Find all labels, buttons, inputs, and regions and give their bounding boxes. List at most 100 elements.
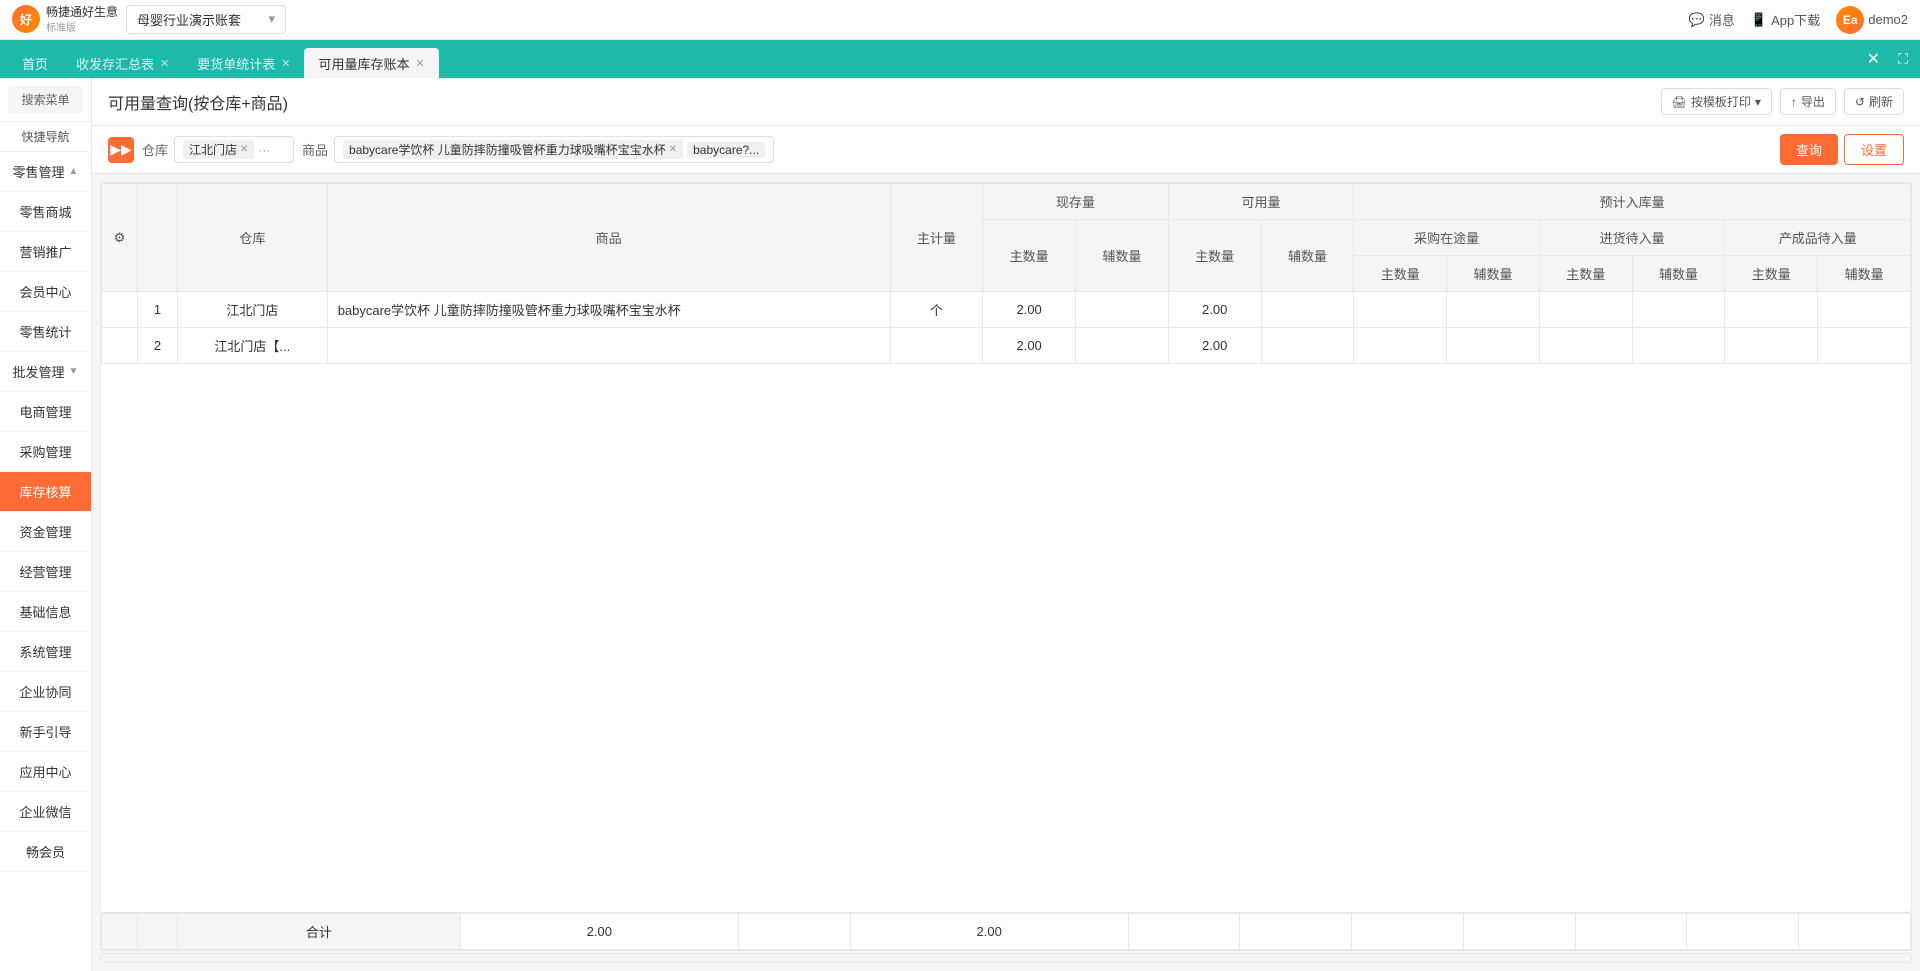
sidebar-label-basics: 基础信息: [19, 602, 71, 621]
footer-empty1: [102, 914, 138, 950]
sidebar-item-inventory[interactable]: 库存核算: [0, 472, 91, 512]
footer-empty2: [138, 914, 178, 950]
row1-stock-aux: [1076, 292, 1169, 328]
row2-avail-aux: [1261, 328, 1354, 364]
tab-available-stock-label: 可用量库存账本: [318, 54, 409, 73]
filter-product-field: 商品 babycare学饮杯 儿童防摔防撞吸管杯重力球吸嘴杯宝宝水杯 ✕ bab…: [302, 136, 774, 163]
expand-btn[interactable]: ⛶: [1898, 51, 1908, 68]
sidebar-item-enterprise-wechat[interactable]: 企业微信: [0, 792, 91, 832]
print-icon: 🖨: [1672, 95, 1687, 109]
table-scroll[interactable]: ⚙ 仓库 商品 主计量 现存量 可用量 预计入库量 主数量 辅数量: [100, 182, 1912, 913]
row2-settings[interactable]: [102, 328, 138, 364]
footer-table: 合计 2.00 2.00: [101, 913, 1911, 950]
tab-receipts-close[interactable]: ✕: [160, 57, 169, 70]
sidebar-item-finance[interactable]: 资金管理: [0, 512, 91, 552]
sidebar-item-system[interactable]: 系统管理: [0, 632, 91, 672]
horizontal-scrollbar[interactable]: [100, 953, 1912, 963]
sidebar-item-wholesale-mgmt[interactable]: 批发管理 ▼: [0, 352, 91, 392]
th-stock-main: 主数量: [983, 220, 1076, 292]
sidebar-label-member-center: 会员中心: [19, 282, 71, 301]
filter-actions: 查询 设置: [1780, 134, 1904, 165]
sidebar-item-retail-mgmt[interactable]: 零售管理 ▲: [0, 152, 91, 192]
th-unit: 主计量: [890, 184, 983, 292]
row1-production-aux: [1818, 292, 1911, 328]
warehouse-more[interactable]: ···: [258, 143, 270, 157]
tab-available-stock[interactable]: 可用量库存账本 ✕: [304, 48, 438, 78]
tab-order-stats[interactable]: 要货单统计表 ✕: [183, 48, 304, 78]
app-label: App下载: [1771, 10, 1820, 29]
sidebar-label-enterprise-collab: 企业协同: [19, 682, 71, 701]
export-label: 导出: [1801, 93, 1825, 110]
main-layout: 搜索菜单 快捷导航 零售管理 ▲ 零售商城 营销推广 会员中心 零售统计 批发管…: [0, 78, 1920, 971]
query-btn[interactable]: 查询: [1780, 134, 1838, 165]
tab-receipts[interactable]: 收发存汇总表 ✕: [62, 48, 183, 78]
sidebar-item-member[interactable]: 畅会员: [0, 832, 91, 872]
footer-p5: [1687, 914, 1799, 950]
th-incoming-aux: 辅数量: [1632, 256, 1725, 292]
sidebar-item-marketing[interactable]: 营销推广: [0, 232, 91, 272]
warehouse-tag-value: 江北门店: [189, 141, 237, 158]
user-area[interactable]: Ea demo2: [1836, 6, 1908, 34]
row1-stock-main: 2.00: [983, 292, 1076, 328]
sidebar-quick-nav[interactable]: 快捷导航: [0, 122, 91, 152]
app-icon: 📱: [1751, 12, 1767, 28]
refresh-btn[interactable]: ↺ 刷新: [1844, 88, 1904, 115]
sidebar-label-retail-stats: 零售统计: [19, 322, 71, 341]
row2-incoming-main: [1539, 328, 1632, 364]
row1-incoming-aux: [1632, 292, 1725, 328]
tab-receipts-label: 收发存汇总表: [76, 54, 154, 73]
row2-stock-aux: [1076, 328, 1169, 364]
message-btn[interactable]: 💬 消息: [1689, 10, 1735, 29]
product-label: 商品: [302, 140, 328, 159]
sidebar-item-basics[interactable]: 基础信息: [0, 592, 91, 632]
sidebar-item-new-guide[interactable]: 新手引导: [0, 712, 91, 752]
page-actions: 🖨 按模板打印 ▾ ↑ 导出 ↺ 刷新: [1661, 88, 1904, 115]
export-btn[interactable]: ↑ 导出: [1780, 88, 1836, 115]
industry-selector[interactable]: 母婴行业演示账套 ▾: [126, 5, 286, 34]
chevron-down-icon: ▾: [268, 11, 275, 27]
close-all-tabs-btn[interactable]: ✕: [1867, 49, 1880, 69]
tab-home[interactable]: 首页: [8, 48, 62, 78]
product-input[interactable]: babycare学饮杯 儿童防摔防撞吸管杯重力球吸嘴杯宝宝水杯 ✕ babyca…: [334, 136, 774, 163]
sidebar-label-operations: 经营管理: [19, 562, 71, 581]
sidebar-item-app-center[interactable]: 应用中心: [0, 752, 91, 792]
filter-toggle-btn[interactable]: ▶▶: [108, 137, 134, 163]
product-tag1-close[interactable]: ✕: [669, 144, 677, 155]
warehouse-input[interactable]: 江北门店 ✕ ···: [174, 136, 294, 163]
footer-p3: [1463, 914, 1575, 950]
footer-p4: [1575, 914, 1687, 950]
sidebar-label-inventory: 库存核算: [19, 482, 71, 501]
tab-order-stats-close[interactable]: ✕: [281, 57, 290, 70]
th-settings[interactable]: ⚙: [102, 184, 138, 292]
table-footer: 合计 2.00 2.00: [100, 913, 1912, 951]
export-icon: ↑: [1791, 95, 1797, 109]
row1-settings[interactable]: [102, 292, 138, 328]
app-download-btn[interactable]: 📱 App下载: [1751, 10, 1820, 29]
tab-available-stock-close[interactable]: ✕: [416, 57, 425, 70]
sidebar-item-ecommerce[interactable]: 电商管理: [0, 392, 91, 432]
warehouse-tag-close[interactable]: ✕: [240, 144, 248, 155]
sidebar-item-member-center[interactable]: 会员中心: [0, 272, 91, 312]
sidebar-item-enterprise-collab[interactable]: 企业协同: [0, 672, 91, 712]
sidebar-label-finance: 资金管理: [19, 522, 71, 541]
sidebar-label-enterprise-wechat: 企业微信: [19, 802, 71, 821]
username: demo2: [1868, 12, 1908, 27]
table-wrapper: ⚙ 仓库 商品 主计量 现存量 可用量 预计入库量 主数量 辅数量: [100, 182, 1912, 963]
sidebar-item-retail-mall[interactable]: 零售商城: [0, 192, 91, 232]
sidebar-label-purchase: 采购管理: [19, 442, 71, 461]
table-row: 1 江北门店 babycare学饮杯 儿童防摔防撞吸管杯重力球吸嘴杯宝宝水杯 个…: [102, 292, 1911, 328]
row2-purchase-main: [1354, 328, 1447, 364]
settings-btn[interactable]: 设置: [1844, 134, 1904, 165]
sidebar-search-btn[interactable]: 搜索菜单: [8, 86, 83, 113]
avatar: Ea: [1836, 6, 1864, 34]
sidebar-item-operations[interactable]: 经营管理: [0, 552, 91, 592]
filter-area: ▶▶ 仓库 江北门店 ✕ ··· 商品 babycare学饮杯 儿童防摔防撞吸管…: [92, 126, 1920, 174]
sidebar-item-purchase[interactable]: 采购管理: [0, 432, 91, 472]
industry-label: 母婴行业演示账套: [137, 10, 241, 29]
table-row: 2 江北门店【... 2.00 2.00: [102, 328, 1911, 364]
print-btn[interactable]: 🖨 按模板打印 ▾: [1661, 88, 1772, 115]
tab-order-stats-label: 要货单统计表: [197, 54, 275, 73]
sidebar-item-retail-stats[interactable]: 零售统计: [0, 312, 91, 352]
refresh-label: 刷新: [1869, 93, 1893, 110]
th-avail-aux: 辅数量: [1261, 220, 1354, 292]
